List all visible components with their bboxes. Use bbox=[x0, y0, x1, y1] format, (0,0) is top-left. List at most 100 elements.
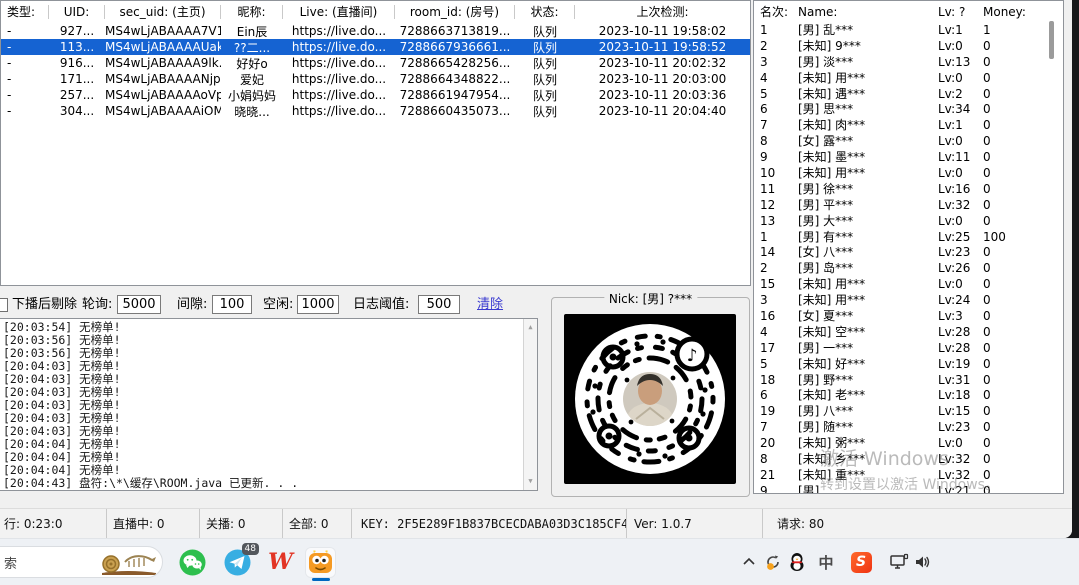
rank-row[interactable]: 8[女] 露***Lv:00 bbox=[754, 134, 1063, 150]
tray-qq-icon[interactable] bbox=[786, 551, 808, 573]
rank-row[interactable]: 19[男] 八***Lv:150 bbox=[754, 404, 1063, 420]
table-cell: - bbox=[1, 88, 49, 102]
rank-cell-rank: 6 bbox=[754, 102, 798, 118]
tray-ime-zh-icon[interactable]: 中 bbox=[815, 551, 837, 573]
rank-cell-name: [女] 露*** bbox=[798, 134, 938, 150]
rank-cell-name: [女] 八*** bbox=[798, 245, 938, 261]
rank-row[interactable]: 9[未知] 墨***Lv:110 bbox=[754, 150, 1063, 166]
rank-row[interactable]: 5[未知] 遇***Lv:20 bbox=[754, 87, 1063, 103]
rank-row[interactable]: 14[女] 八***Lv:230 bbox=[754, 245, 1063, 261]
rank-row[interactable]: 15[未知] 用***Lv:00 bbox=[754, 277, 1063, 293]
rank-row[interactable]: 10[未知] 用***Lv:00 bbox=[754, 166, 1063, 182]
rank-cell-money: 0 bbox=[983, 293, 1063, 309]
table-row[interactable]: -916...MS4wLjABAAAA9lk...好好ohttps://live… bbox=[1, 55, 750, 71]
wps-icon[interactable]: W bbox=[266, 548, 295, 577]
column-header[interactable]: 昵称: bbox=[221, 5, 283, 19]
column-header[interactable]: room_id: (房号) bbox=[395, 5, 515, 19]
rank-cell-rank: 5 bbox=[754, 357, 798, 373]
rank-row[interactable]: 18[男] 野***Lv:310 bbox=[754, 373, 1063, 389]
rank-cell-money: 0 bbox=[983, 102, 1063, 118]
column-header[interactable]: 类型: bbox=[1, 5, 49, 19]
tray-speaker-icon[interactable] bbox=[911, 551, 933, 573]
rank-row[interactable]: 2[男] 岛***Lv:260 bbox=[754, 261, 1063, 277]
log-threshold-input[interactable] bbox=[418, 295, 460, 314]
table-row[interactable]: -304...MS4wLjABAAAAiOM...晓晓...https://li… bbox=[1, 103, 750, 119]
table-cell: - bbox=[1, 40, 49, 54]
rank-cell-name: [未知] 用*** bbox=[798, 277, 938, 293]
column-header[interactable]: sec_uid: (主页) bbox=[105, 5, 221, 19]
tray-chevron-up-icon[interactable] bbox=[738, 551, 760, 573]
rank-row[interactable]: 4[未知] 空***Lv:280 bbox=[754, 325, 1063, 341]
table-row[interactable]: -113...MS4wLjABAAAAUak...??二...https://l… bbox=[1, 39, 750, 55]
rank-scrollbar-thumb[interactable] bbox=[1049, 21, 1054, 59]
table-cell: https://live.do... bbox=[283, 24, 395, 38]
rank-cell-level: Lv:2 bbox=[938, 87, 983, 103]
rank-row[interactable]: 1[男] 有***Lv:25100 bbox=[754, 230, 1063, 246]
rank-row[interactable]: 2[未知] 9***Lv:00 bbox=[754, 39, 1063, 55]
table-cell: 队列 bbox=[515, 71, 575, 88]
log-scrollbar[interactable]: ▲ ▼ bbox=[523, 319, 537, 490]
scroll-down-icon[interactable]: ▼ bbox=[528, 475, 532, 488]
table-cell: 7288665428256... bbox=[395, 56, 515, 70]
rank-row[interactable]: 5[未知] 好***Lv:190 bbox=[754, 357, 1063, 373]
column-header[interactable]: Live: (直播间) bbox=[283, 5, 395, 19]
log-area[interactable]: [20:03:54] 无榜单![20:03:56] 无榜单![20:03:56]… bbox=[0, 318, 538, 491]
rank-cell-name: [男] 大*** bbox=[798, 214, 938, 230]
idle-input[interactable] bbox=[297, 295, 339, 314]
remove-after-offline-label: 下播后剔除 bbox=[12, 296, 77, 313]
rank-cell-level: Lv:3 bbox=[938, 309, 983, 325]
rank-cell-name: [未知] 乡*** bbox=[798, 452, 938, 468]
table-cell: https://live.do... bbox=[283, 40, 395, 54]
rank-cell-level: Lv:32 bbox=[938, 452, 983, 468]
rank-row[interactable]: 13[男] 大***Lv:00 bbox=[754, 214, 1063, 230]
gap-input[interactable] bbox=[212, 295, 252, 314]
rank-row[interactable]: 11[男] 徐***Lv:160 bbox=[754, 182, 1063, 198]
rank-row[interactable]: 9[男] ...Lv:210 bbox=[754, 484, 1063, 494]
rank-row[interactable]: 7[男] 随***Lv:230 bbox=[754, 420, 1063, 436]
rank-row[interactable]: 21[未知] 重***Lv:320 bbox=[754, 468, 1063, 484]
wechat-icon[interactable] bbox=[178, 548, 207, 577]
column-header[interactable]: 状态: bbox=[515, 5, 575, 19]
table-row[interactable]: -927...MS4wLjABAAAA7V1...Ein辰https://liv… bbox=[1, 23, 750, 39]
clear-log-link[interactable]: 清除 bbox=[477, 296, 503, 313]
table-row[interactable]: -257...MS4wLjABAAAAoVp...小娟妈妈https://liv… bbox=[1, 87, 750, 103]
tray-network-display-icon[interactable] bbox=[888, 551, 910, 573]
table-row[interactable]: -171...MS4wLjABAAAANjp...爱妃https://live.… bbox=[1, 71, 750, 87]
rank-row[interactable]: 20[未知] 粥***Lv:00 bbox=[754, 436, 1063, 452]
taskbar-search-box[interactable]: 索 bbox=[0, 546, 163, 578]
nick-title: Nick: [男] ?*** bbox=[604, 290, 697, 307]
remove-after-offline-checkbox[interactable] bbox=[0, 298, 8, 312]
rank-row[interactable]: 16[女] 夏***Lv:30 bbox=[754, 309, 1063, 325]
rank-row[interactable]: 17[男] 一***Lv:280 bbox=[754, 341, 1063, 357]
live-monitor-app-icon[interactable] bbox=[306, 548, 335, 577]
rank-row[interactable]: 7[未知] 肉***Lv:10 bbox=[754, 118, 1063, 134]
rank-cell-name: [男] 淡*** bbox=[798, 55, 938, 71]
rank-row[interactable]: 6[男] 思***Lv:340 bbox=[754, 102, 1063, 118]
rank-cell-rank: 11 bbox=[754, 182, 798, 198]
table-cell: MS4wLjABAAAAiOM... bbox=[105, 104, 221, 118]
rank-row[interactable]: 12[男] 平***Lv:320 bbox=[754, 198, 1063, 214]
rank-cell-money: 0 bbox=[983, 182, 1063, 198]
rank-row[interactable]: 4[未知] 用***Lv:00 bbox=[754, 71, 1063, 87]
rank-row[interactable]: 8[未知] 乡***Lv:320 bbox=[754, 452, 1063, 468]
rank-cell-name: [未知] 好*** bbox=[798, 357, 938, 373]
rank-cell-name: [未知] 用*** bbox=[798, 166, 938, 182]
rank-cell-name: [男] 八*** bbox=[798, 404, 938, 420]
column-header[interactable]: 上次检测: bbox=[575, 5, 750, 19]
rank-cell-money: 0 bbox=[983, 373, 1063, 389]
rank-cell-money: 0 bbox=[983, 150, 1063, 166]
telegram-icon[interactable]: 48 bbox=[223, 548, 252, 577]
tray-sync-icon[interactable] bbox=[762, 551, 784, 573]
scroll-up-icon[interactable]: ▲ bbox=[528, 321, 532, 334]
rank-row[interactable]: 6[未知] 老***Lv:180 bbox=[754, 388, 1063, 404]
poll-interval-input[interactable] bbox=[117, 295, 161, 314]
rank-cell-name: [男] 岛*** bbox=[798, 261, 938, 277]
column-header[interactable]: UID: bbox=[49, 5, 105, 19]
rank-cell-money: 0 bbox=[983, 71, 1063, 87]
rank-row[interactable]: 3[未知] 用***Lv:240 bbox=[754, 293, 1063, 309]
tray-sogou-icon[interactable]: S bbox=[850, 551, 872, 573]
rank-cell-rank: 7 bbox=[754, 420, 798, 436]
rank-row[interactable]: 1[男] 乱***Lv:11 bbox=[754, 23, 1063, 39]
rank-cell-level: Lv:21 bbox=[938, 484, 983, 494]
rank-row[interactable]: 3[男] 淡***Lv:130 bbox=[754, 55, 1063, 71]
